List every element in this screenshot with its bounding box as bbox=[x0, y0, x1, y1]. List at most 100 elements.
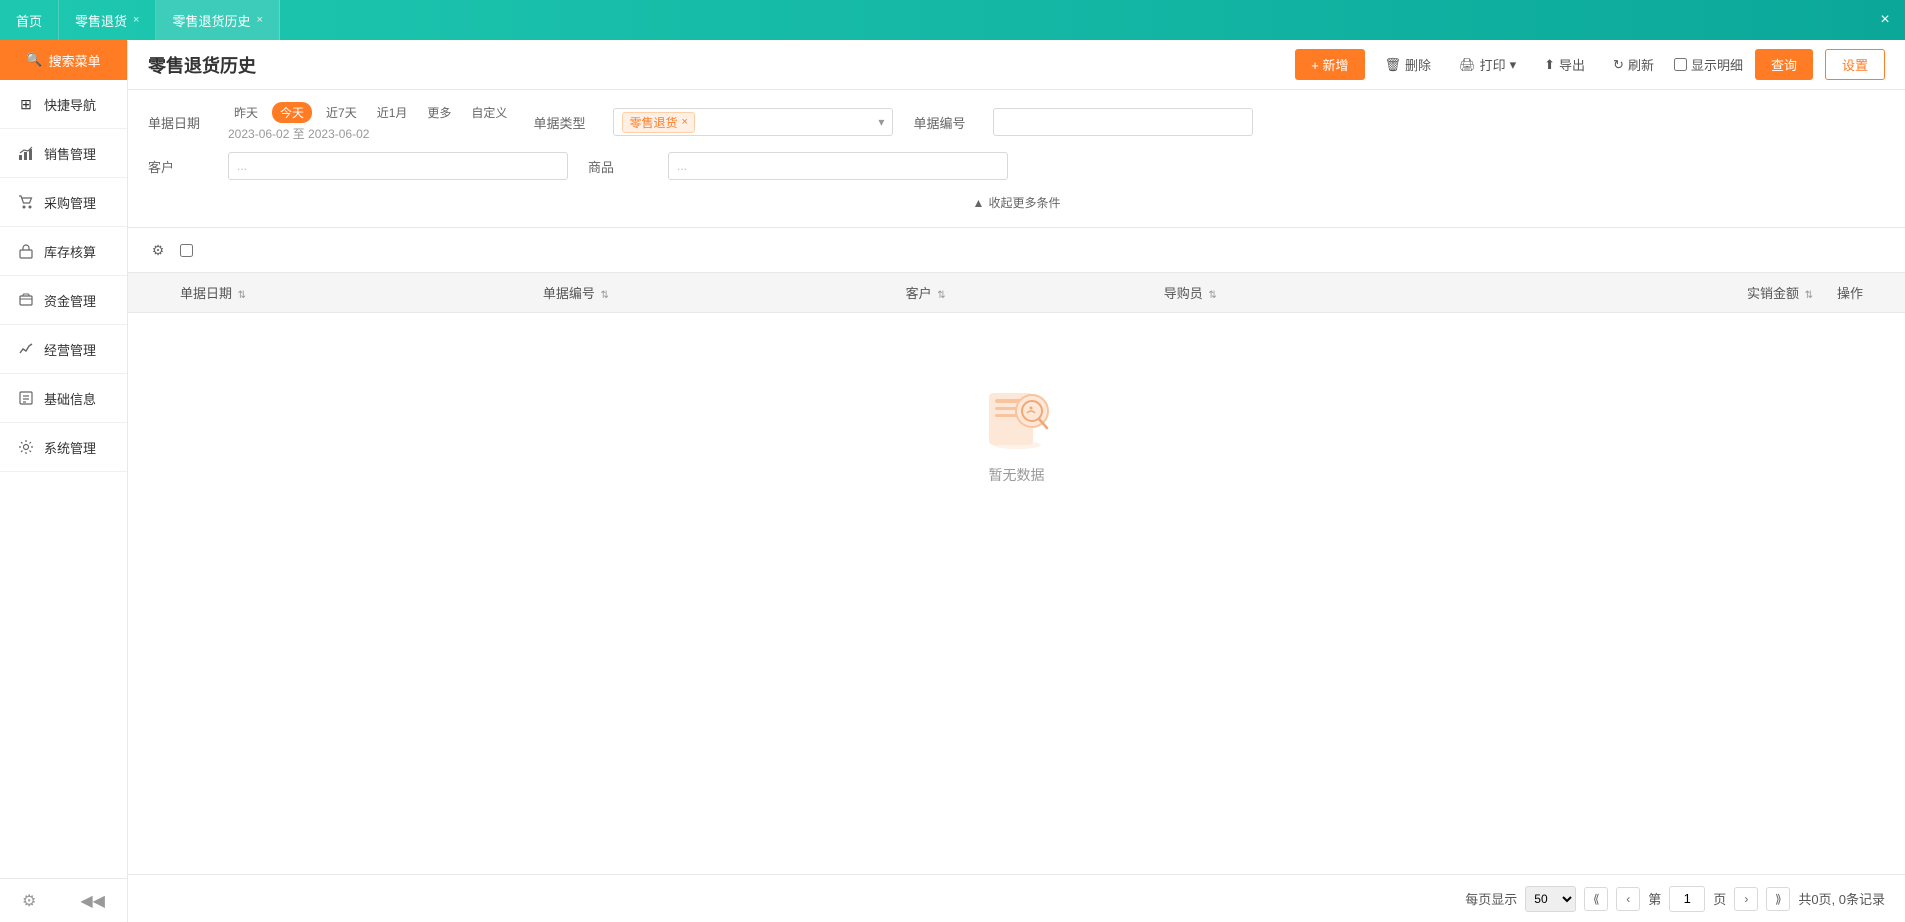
tab-home[interactable]: 首页 bbox=[0, 0, 59, 40]
print-chevron-icon: ▾ bbox=[1510, 57, 1517, 73]
page-prev-button[interactable]: ‹ bbox=[1616, 887, 1640, 911]
th-no[interactable]: 单据编号 ⇅ bbox=[531, 273, 894, 313]
sidebar-footer: ⚙ ◀◀ bbox=[0, 878, 127, 922]
sidebar-item-quick-nav[interactable]: ⊞ 快捷导航 bbox=[0, 80, 127, 129]
table-toolbar: ⚙ bbox=[128, 228, 1905, 273]
show-details-checkbox[interactable] bbox=[1674, 58, 1687, 71]
voucher-no-input[interactable] bbox=[993, 108, 1253, 136]
sidebar-item-finance[interactable]: 资金管理 bbox=[0, 276, 127, 325]
tab-retail-return-label: 零售退货 bbox=[75, 11, 127, 30]
total-records-label: 共0页, 0条记录 bbox=[1798, 889, 1885, 908]
customer-placeholder: ... bbox=[237, 159, 247, 173]
filter-area: 单据日期 昨天 今天 近7天 近1月 更多 自定义 2023-06-02 至 2… bbox=[128, 90, 1905, 228]
goods-select[interactable]: ... bbox=[668, 152, 1008, 180]
per-page-select[interactable]: 50 10 20 100 bbox=[1525, 886, 1576, 912]
sidebar-item-purchase-mgmt[interactable]: 采购管理 bbox=[0, 178, 127, 227]
basic-info-icon bbox=[16, 388, 36, 408]
sidebar-search-label: 搜索菜单 bbox=[49, 51, 101, 70]
customer-select[interactable]: ... bbox=[228, 152, 568, 180]
inventory-icon bbox=[16, 241, 36, 261]
sidebar: 🔍 搜索菜单 ⊞ 快捷导航 销售管理 采购管理 bbox=[0, 40, 128, 922]
export-button[interactable]: ⬆ 导出 bbox=[1536, 51, 1593, 78]
sort-amount-icon: ⇅ bbox=[1805, 290, 1813, 301]
page-last-button[interactable]: ⟫ bbox=[1766, 887, 1790, 911]
finance-icon bbox=[16, 290, 36, 310]
tab-retail-return-history[interactable]: 零售退货历史 × bbox=[156, 0, 279, 40]
sidebar-item-quick-nav-label: 快捷导航 bbox=[44, 95, 96, 114]
voucher-type-label: 单据类型 bbox=[533, 113, 593, 132]
sidebar-item-operations-label: 经营管理 bbox=[44, 340, 96, 359]
goods-filter-label: 商品 bbox=[588, 157, 648, 176]
setting-button[interactable]: 设置 bbox=[1825, 49, 1885, 80]
tab-list: 首页 零售退货 × 零售退货历史 × bbox=[0, 0, 1865, 40]
settings-footer-icon[interactable]: ⚙ bbox=[22, 891, 36, 911]
table-wrapper: 单据日期 ⇅ 单据编号 ⇅ 客户 ⇅ bbox=[128, 273, 1905, 874]
voucher-type-chevron-icon: ▾ bbox=[878, 115, 884, 129]
new-button[interactable]: + 新增 bbox=[1295, 49, 1364, 80]
voucher-type-select[interactable]: 零售退货 × ▾ bbox=[613, 108, 893, 136]
query-button[interactable]: 查询 bbox=[1755, 49, 1813, 80]
goods-placeholder: ... bbox=[677, 159, 687, 173]
date-filter-label: 单据日期 bbox=[148, 113, 208, 132]
date-opt-more[interactable]: 更多 bbox=[421, 102, 457, 123]
date-opt-custom[interactable]: 自定义 bbox=[465, 102, 513, 123]
th-check bbox=[128, 273, 168, 313]
operations-icon bbox=[16, 339, 36, 359]
th-guide[interactable]: 导购员 ⇅ bbox=[1152, 273, 1462, 313]
show-details-checkbox-label[interactable]: 显示明细 bbox=[1674, 55, 1743, 74]
top-bar: 首页 零售退货 × 零售退货历史 × × bbox=[0, 0, 1905, 40]
page-suffix: 页 bbox=[1713, 889, 1726, 908]
th-amount[interactable]: 实销金额 ⇅ bbox=[1462, 273, 1825, 313]
print-icon: 🖨 bbox=[1459, 57, 1476, 73]
tab-retail-return-history-close[interactable]: × bbox=[256, 14, 262, 26]
empty-text: 暂无数据 bbox=[989, 465, 1045, 485]
th-customer[interactable]: 客户 ⇅ bbox=[894, 273, 1152, 313]
page-number-input[interactable]: 1 bbox=[1669, 886, 1705, 912]
sidebar-item-system-mgmt[interactable]: 系统管理 bbox=[0, 423, 127, 472]
select-all-checkbox[interactable] bbox=[180, 244, 193, 257]
collapse-button[interactable]: ▲ 收起更多条件 bbox=[148, 190, 1885, 215]
tab-retail-return[interactable]: 零售退货 × bbox=[59, 0, 156, 40]
print-button[interactable]: 🖨 打印 ▾ bbox=[1451, 51, 1524, 78]
customer-filter-label: 客户 bbox=[148, 157, 208, 176]
delete-icon: 🗑 bbox=[1385, 57, 1402, 73]
export-icon: ⬆ bbox=[1544, 57, 1555, 73]
page-first-button[interactable]: ⟪ bbox=[1584, 887, 1608, 911]
date-opt-1month[interactable]: 近1月 bbox=[371, 102, 414, 123]
voucher-type-tag-close[interactable]: × bbox=[681, 116, 687, 128]
search-icon: 🔍 bbox=[26, 52, 42, 68]
sidebar-item-basic-info[interactable]: 基础信息 bbox=[0, 374, 127, 423]
date-opt-7days[interactable]: 近7天 bbox=[320, 102, 363, 123]
page-title: 零售退货历史 bbox=[148, 52, 256, 78]
date-opt-today[interactable]: 今天 bbox=[272, 102, 312, 123]
pagination-bar: 每页显示 50 10 20 100 ⟪ ‹ 第 1 页 › ⟫ 共0页, 0条记… bbox=[128, 874, 1905, 922]
window-close-button[interactable]: × bbox=[1865, 0, 1905, 40]
tab-retail-return-close[interactable]: × bbox=[133, 14, 139, 26]
sidebar-search-button[interactable]: 🔍 搜索菜单 bbox=[0, 40, 127, 80]
sidebar-item-finance-label: 资金管理 bbox=[44, 291, 96, 310]
table-header-row: 单据日期 ⇅ 单据编号 ⇅ 客户 ⇅ bbox=[128, 273, 1905, 313]
sales-mgmt-icon bbox=[16, 143, 36, 163]
date-opt-yesterday[interactable]: 昨天 bbox=[228, 102, 264, 123]
sidebar-item-inventory[interactable]: 库存核算 bbox=[0, 227, 127, 276]
tab-retail-return-history-label: 零售退货历史 bbox=[172, 11, 250, 30]
volume-footer-icon[interactable]: ◀◀ bbox=[80, 891, 105, 911]
filter-row-2: 客户 ... 商品 ... bbox=[148, 152, 1885, 180]
sidebar-item-operations[interactable]: 经营管理 bbox=[0, 325, 127, 374]
refresh-button[interactable]: ↻ 刷新 bbox=[1605, 51, 1662, 78]
empty-state: 暂无数据 bbox=[128, 313, 1905, 545]
voucher-type-tag: 零售退货 × bbox=[622, 112, 694, 133]
system-mgmt-icon bbox=[16, 437, 36, 457]
page-next-button[interactable]: › bbox=[1734, 887, 1758, 911]
sidebar-item-sales-mgmt[interactable]: 销售管理 bbox=[0, 129, 127, 178]
date-range-display: 2023-06-02 至 2023-06-02 bbox=[228, 125, 513, 142]
sort-guide-icon: ⇅ bbox=[1208, 290, 1216, 301]
refresh-icon: ↻ bbox=[1613, 57, 1624, 73]
th-date[interactable]: 单据日期 ⇅ bbox=[168, 273, 531, 313]
table-column-settings-icon[interactable]: ⚙ bbox=[144, 236, 172, 264]
page-header: 零售退货历史 + 新增 🗑 删除 🖨 打印 ▾ ⬆ 导出 ↻ bbox=[128, 40, 1905, 90]
filter-row-1: 单据日期 昨天 今天 近7天 近1月 更多 自定义 2023-06-02 至 2… bbox=[148, 102, 1885, 142]
sort-no-icon: ⇅ bbox=[600, 290, 608, 301]
collapse-row: ▲ 收起更多条件 bbox=[148, 190, 1885, 215]
delete-button[interactable]: 🗑 删除 bbox=[1377, 51, 1440, 78]
